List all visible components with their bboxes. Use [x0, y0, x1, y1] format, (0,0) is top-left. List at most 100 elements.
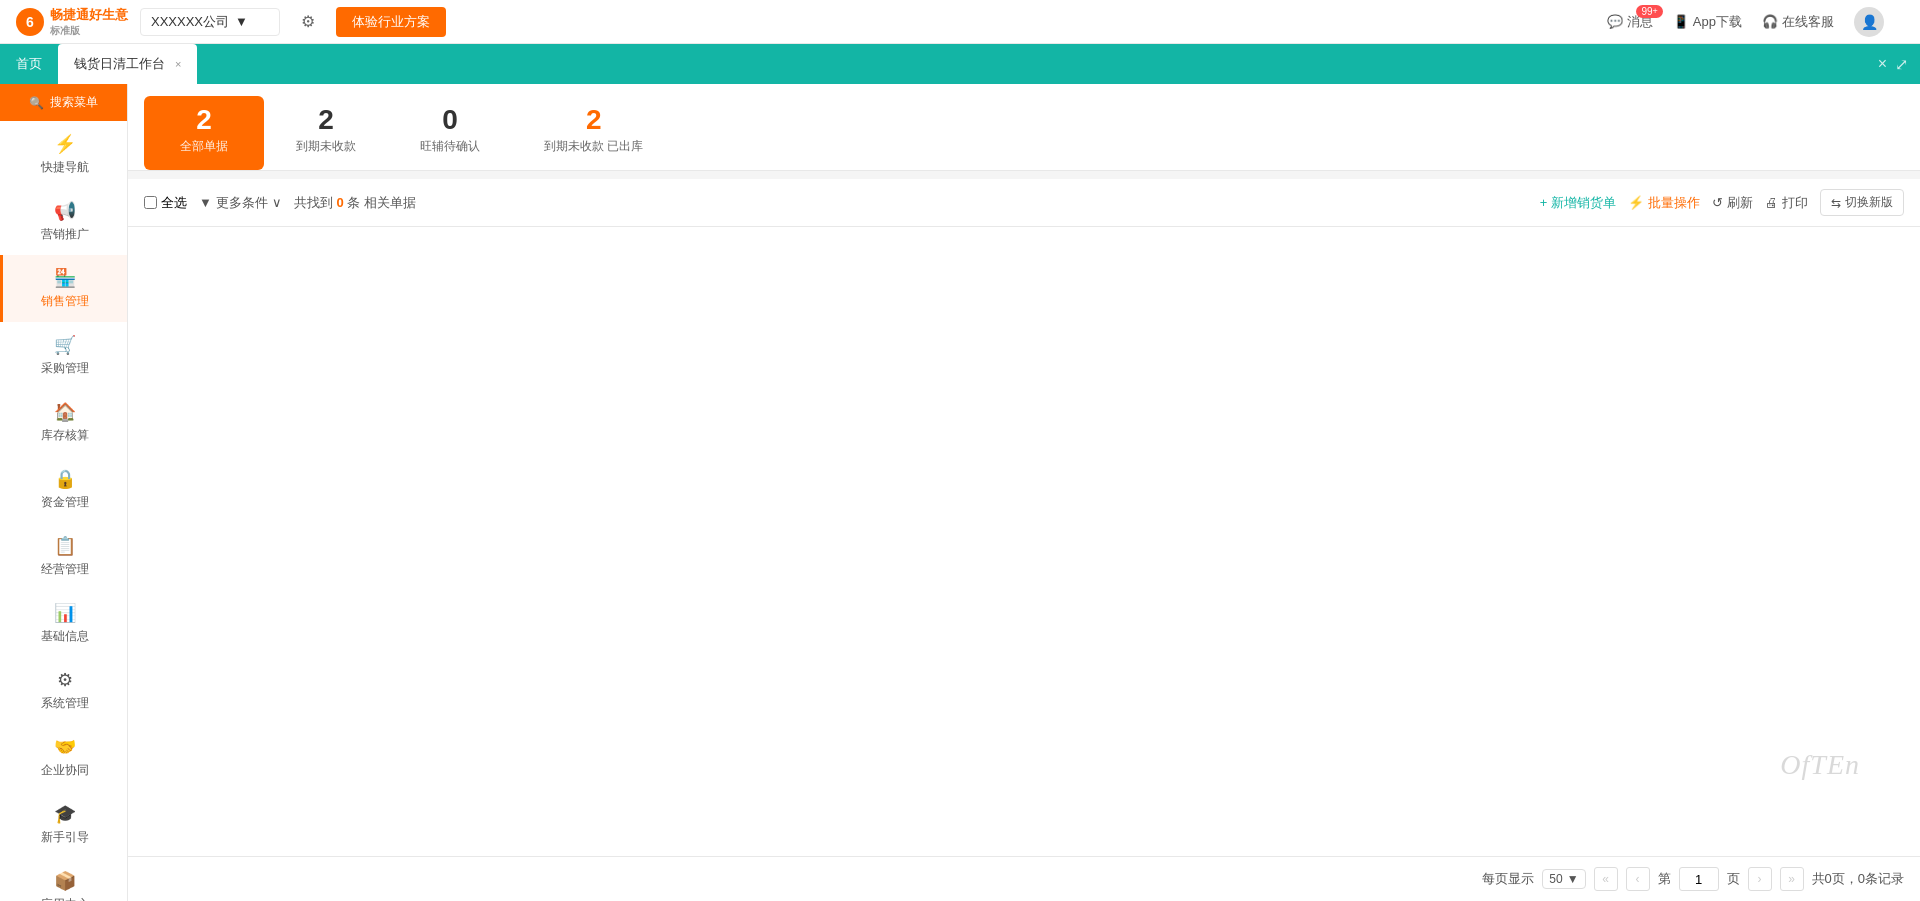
user-avatar-icon: 👤 — [1861, 14, 1878, 30]
last-page-button[interactable]: » — [1780, 867, 1804, 891]
filter-label: 更多条件 — [216, 194, 268, 212]
sidebar-item-app-center[interactable]: 📦 应用中心 — [0, 858, 127, 901]
stat-wangwang-num: 0 — [442, 104, 458, 136]
message-button[interactable]: 💬 消息 99+ — [1607, 13, 1653, 31]
sidebar-item-system[interactable]: ⚙ 系统管理 — [0, 657, 127, 724]
online-service-button[interactable]: 🎧 在线客服 — [1762, 13, 1834, 31]
nav-tabs-right: × ⤢ — [1878, 55, 1920, 74]
pagination: 每页显示 50 ▼ « ‹ 第 页 › » 共0页，0条记录 — [128, 856, 1920, 901]
trial-button[interactable]: 体验行业方案 — [336, 7, 446, 37]
total-records-text: 共0页，0条记录 — [1812, 870, 1904, 888]
settings-button[interactable]: ⚙ — [292, 6, 324, 38]
system-icon: ⚙ — [57, 669, 73, 691]
found-count: 0 — [337, 195, 344, 210]
stat-tab-overdue-shipped[interactable]: 2 到期未收款 已出库 — [512, 96, 675, 170]
purchase-label: 采购管理 — [41, 360, 89, 377]
stat-wangwang-label: 旺辅待确认 — [420, 138, 480, 155]
marketing-icon: 📢 — [54, 200, 76, 222]
sidebar-item-guide[interactable]: 🎓 新手引导 — [0, 791, 127, 858]
app-download-button[interactable]: 📱 App下载 — [1673, 13, 1742, 31]
filter-button[interactable]: ▼ 更多条件 ∨ — [199, 194, 282, 212]
basic-info-label: 基础信息 — [41, 628, 89, 645]
inventory-label: 库存核算 — [41, 427, 89, 444]
prev-page-button[interactable]: ‹ — [1626, 867, 1650, 891]
home-tab-label: 首页 — [16, 55, 42, 73]
first-page-icon: « — [1602, 872, 1609, 886]
switch-icon: ⇆ — [1831, 196, 1841, 210]
sidebar-item-finance[interactable]: 🔒 资金管理 — [0, 456, 127, 523]
marketing-label: 营销推广 — [41, 226, 89, 243]
toolbar: 全选 ▼ 更多条件 ∨ 共找到 0 条 相关单据 + 新增销货单 ⚡ 批量操作 … — [128, 179, 1920, 227]
sidebar-item-inventory[interactable]: 🏠 库存核算 — [0, 389, 127, 456]
tab-cashflow-workbench[interactable]: 钱货日清工作台 × — [58, 44, 197, 84]
filter-icon: ▼ — [199, 195, 212, 210]
avatar[interactable]: 👤 — [1854, 7, 1884, 37]
sidebar-item-sales[interactable]: 🏪 销售管理 — [0, 255, 127, 322]
batch-operation-button[interactable]: ⚡ 批量操作 — [1628, 194, 1700, 212]
finance-label: 资金管理 — [41, 494, 89, 511]
operations-label: 经营管理 — [41, 561, 89, 578]
cashflow-tab-label: 钱货日清工作台 — [74, 55, 165, 73]
tab-maximize-icon[interactable]: ⤢ — [1895, 55, 1908, 74]
stat-overdue-label: 到期未收款 — [296, 138, 356, 155]
tab-home[interactable]: 首页 — [0, 44, 58, 84]
prev-page-icon: ‹ — [1636, 872, 1640, 886]
sidebar: 🔍 搜索菜单 ⚡ 快捷导航 📢 营销推广 🏪 销售管理 🛒 采购管理 🏠 库存核… — [0, 84, 128, 901]
topbar: 6 畅捷通好生意 标准版 XXXXXX公司 ▼ ⚙ 体验行业方案 💬 消息 99… — [0, 0, 1920, 44]
page-size-chevron-icon: ▼ — [1567, 872, 1579, 886]
stat-overdue-num: 2 — [318, 104, 334, 136]
refresh-button[interactable]: ↺ 刷新 — [1712, 194, 1753, 212]
sidebar-item-marketing[interactable]: 📢 营销推广 — [0, 188, 127, 255]
cooperation-label: 企业协同 — [41, 762, 89, 779]
new-sales-order-button[interactable]: + 新增销货单 — [1540, 194, 1616, 212]
operations-icon: 📋 — [54, 535, 76, 557]
sidebar-item-operations[interactable]: 📋 经营管理 — [0, 523, 127, 590]
search-menu-label: 搜索菜单 — [50, 94, 98, 111]
select-all-checkbox[interactable]: 全选 — [144, 194, 187, 212]
basic-info-icon: 📊 — [54, 602, 76, 624]
stat-tab-overdue[interactable]: 2 到期未收款 — [264, 96, 388, 170]
sidebar-item-quick-nav[interactable]: ⚡ 快捷导航 — [0, 121, 127, 188]
page-size-selector[interactable]: 50 ▼ — [1542, 869, 1585, 889]
first-page-button[interactable]: « — [1594, 867, 1618, 891]
stat-all-num: 2 — [196, 104, 212, 136]
batch-icon: ⚡ — [1628, 195, 1644, 210]
switch-new-version-button[interactable]: ⇆ 切换新版 — [1820, 189, 1904, 216]
app-logo-icon: 6 — [16, 8, 44, 36]
print-label: 打印 — [1782, 194, 1808, 212]
main-layout: 🔍 搜索菜单 ⚡ 快捷导航 📢 营销推广 🏪 销售管理 🛒 采购管理 🏠 库存核… — [0, 84, 1920, 901]
found-text: 共找到 0 条 相关单据 — [294, 194, 416, 212]
select-all-input[interactable] — [144, 196, 157, 209]
table-area — [128, 227, 1920, 856]
sales-icon: 🏪 — [54, 267, 76, 289]
filter-chevron-icon: ∨ — [272, 195, 282, 210]
headset-icon: 🎧 — [1762, 14, 1778, 29]
sidebar-item-cooperation[interactable]: 🤝 企业协同 — [0, 724, 127, 791]
tab-minimize-icon[interactable]: × — [1878, 55, 1887, 73]
page-number-input[interactable] — [1679, 867, 1719, 891]
page-label: 第 — [1658, 870, 1671, 888]
app-center-icon: 📦 — [54, 870, 76, 892]
stat-tab-all[interactable]: 2 全部单据 — [144, 96, 264, 170]
page-suffix: 页 — [1727, 870, 1740, 888]
nav-tabs: 首页 钱货日清工作台 × × ⤢ — [0, 44, 1920, 84]
company-selector[interactable]: XXXXXX公司 ▼ — [140, 8, 280, 36]
print-button[interactable]: 🖨 打印 — [1765, 194, 1808, 212]
stat-overdue-shipped-label: 到期未收款 已出库 — [544, 138, 643, 155]
finance-icon: 🔒 — [54, 468, 76, 490]
stat-all-label: 全部单据 — [180, 138, 228, 155]
stat-tab-wangwang[interactable]: 0 旺辅待确认 — [388, 96, 512, 170]
last-page-icon: » — [1788, 872, 1795, 886]
inventory-icon: 🏠 — [54, 401, 76, 423]
phone-icon: 📱 — [1673, 14, 1689, 29]
topbar-right: 💬 消息 99+ 📱 App下载 🎧 在线客服 👤 — [1607, 7, 1904, 37]
company-name: XXXXXX公司 — [151, 13, 229, 31]
message-badge: 99+ — [1636, 5, 1662, 18]
sidebar-search[interactable]: 🔍 搜索菜单 — [0, 84, 127, 121]
stats-tabs: 2 全部单据 2 到期未收款 0 旺辅待确认 2 到期未收款 已出库 — [128, 84, 1920, 171]
sidebar-item-purchase[interactable]: 🛒 采购管理 — [0, 322, 127, 389]
sidebar-item-basic-info[interactable]: 📊 基础信息 — [0, 590, 127, 657]
refresh-icon: ↺ — [1712, 195, 1723, 210]
next-page-button[interactable]: › — [1748, 867, 1772, 891]
tab-close-icon[interactable]: × — [175, 58, 181, 70]
